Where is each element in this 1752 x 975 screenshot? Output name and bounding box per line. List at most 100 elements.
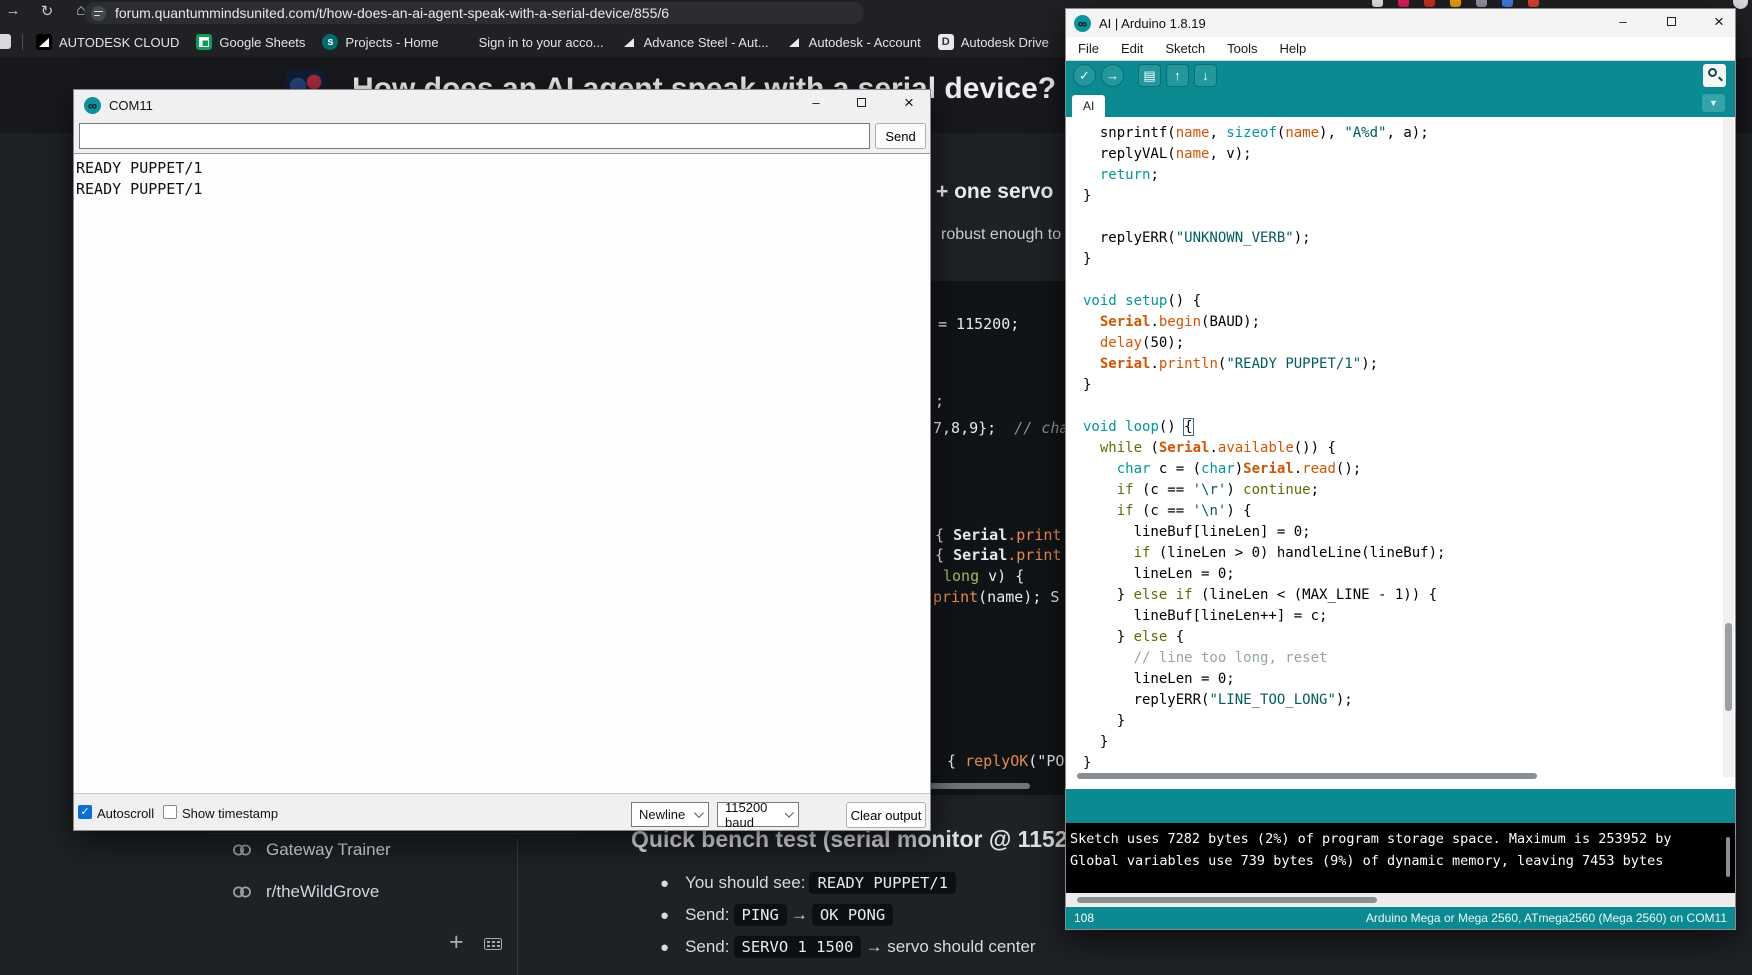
clear-output-button[interactable]: Clear output xyxy=(846,802,926,828)
serial-monitor-button[interactable] xyxy=(1703,64,1726,87)
code-line: void loop() { xyxy=(1083,418,1194,436)
code-line: Serial.println("READY PUPPET/1"); xyxy=(1099,356,1379,372)
code-line: replyERR("UNKNOWN_VERB"); xyxy=(1083,230,1311,246)
extension-icon[interactable] xyxy=(1502,0,1513,7)
ide-console[interactable]: Sketch uses 7282 bytes (2%) of program s… xyxy=(1066,823,1735,893)
post-text-fragment: + one servo xyxy=(936,180,1054,203)
tab-sketch[interactable]: AI xyxy=(1072,95,1106,117)
code-line: } xyxy=(1083,755,1092,771)
serial-monitor-titlebar[interactable]: ∞ COM11 – × xyxy=(74,90,930,120)
code-line: lineBuf[lineLen++] = c; xyxy=(1083,608,1328,624)
autoscroll-label: Autoscroll xyxy=(97,806,155,821)
send-button[interactable]: Send xyxy=(875,123,926,149)
ide-statusbar: 108 Arduino Mega or Mega 2560, ATmega256… xyxy=(1066,907,1735,929)
tab-dropdown-button[interactable]: ▼ xyxy=(1702,94,1725,112)
forward-icon[interactable]: → xyxy=(2,2,24,19)
minimize-button[interactable]: – xyxy=(1606,9,1640,37)
bookmark-autodesk-account[interactable]: Autodesk - Account xyxy=(786,34,921,50)
ide-titlebar[interactable]: ∞ AI | Arduino 1.8.19 – × xyxy=(1066,9,1735,37)
bullet-text: → servo should center xyxy=(865,937,1036,956)
bookmark-autodesk-cloud[interactable]: AUTODESK CLOUD xyxy=(36,34,179,50)
close-button[interactable]: × xyxy=(1702,9,1736,37)
sidebar-link-label: r/theWildGrove xyxy=(266,882,380,901)
console-hscrollbar-thumb[interactable] xyxy=(1077,897,1377,903)
line-ending-value: Newline xyxy=(639,807,686,822)
editor-vscrollbar-thumb[interactable] xyxy=(1725,623,1732,711)
code-editor[interactable]: snprintf(name, sizeof(name), "A%d", a); … xyxy=(1066,117,1735,789)
inline-code-chip: OK PONG xyxy=(811,904,894,926)
editor-hscrollbar[interactable] xyxy=(1077,773,1537,779)
code-line: } xyxy=(1083,251,1092,267)
close-button[interactable]: × xyxy=(892,90,926,118)
maximize-button[interactable] xyxy=(844,90,878,118)
extension-icon[interactable] xyxy=(1528,0,1539,7)
reload-icon[interactable]: ↻ xyxy=(36,2,58,20)
verify-button[interactable]: ✓ xyxy=(1073,64,1096,87)
code-line: } xyxy=(1083,188,1092,204)
extension-icon[interactable] xyxy=(1476,0,1487,7)
code-fragment: = 115200; xyxy=(938,315,1020,333)
url-bar[interactable]: forum.quantummindsunited.com/t/how-does-… xyxy=(84,2,864,24)
upload-button[interactable]: → xyxy=(1101,64,1124,87)
inline-code-chip: PING xyxy=(733,904,787,926)
adsk-black-icon xyxy=(36,34,52,50)
extension-icon[interactable] xyxy=(1450,0,1461,7)
serial-output[interactable]: READY PUPPET/1 READY PUPPET/1 xyxy=(74,153,930,794)
serial-monitor-window: ∞ COM11 – × Send READY PUPPET/1 READY PU… xyxy=(73,89,931,831)
maximize-button[interactable] xyxy=(1654,9,1688,37)
bookmark-sign-in-to-your-acco-[interactable]: Sign in to your acco... xyxy=(456,34,604,50)
code-line: delay(50); xyxy=(1099,335,1185,351)
bookmark-blank-icon[interactable] xyxy=(0,34,11,49)
bench-bullet: ● Send: PING → OK PONG xyxy=(660,904,1036,926)
menu-sketch[interactable]: Sketch xyxy=(1165,41,1205,56)
add-icon[interactable]: + xyxy=(449,928,464,957)
extension-icon[interactable] xyxy=(1398,0,1409,7)
sidebar-link-gateway-trainer[interactable]: Gateway Trainer xyxy=(232,840,391,860)
extension-icon[interactable] xyxy=(1424,0,1435,7)
new-sketch-button[interactable]: ▤ xyxy=(1138,64,1161,87)
menu-file[interactable]: File xyxy=(1078,41,1099,56)
code-line: } xyxy=(1083,377,1092,393)
baud-select[interactable]: 115200 baud xyxy=(717,800,799,830)
console-line: Global variables use 739 bytes (9%) of d… xyxy=(1070,853,1664,869)
console-line: Sketch uses 7282 bytes (2%) of program s… xyxy=(1070,831,1672,847)
autoscroll-checkbox[interactable]: ✓ xyxy=(78,805,92,819)
ide-tabbar: AI ▼ xyxy=(1066,90,1735,117)
show-timestamp-checkbox[interactable] xyxy=(163,805,177,819)
code-line: } else if (lineLen < (MAX_LINE - 1)) { xyxy=(1083,587,1438,603)
serial-monitor-title: COM11 xyxy=(109,97,153,113)
menu-tools[interactable]: Tools xyxy=(1227,41,1257,56)
code-fragment: 7,8,9}; // chan xyxy=(933,419,1078,437)
minimize-button[interactable]: – xyxy=(799,90,833,118)
divider xyxy=(208,833,580,834)
code-line: replyERR("LINE_TOO_LONG"); xyxy=(1083,692,1353,708)
bookmark-autodesk-drive[interactable]: D Autodesk Drive xyxy=(937,34,1049,50)
adsk-icon xyxy=(621,34,637,50)
code-line: while (Serial.available()) { xyxy=(1099,440,1336,456)
line-ending-select[interactable]: Newline xyxy=(631,802,709,827)
console-vscrollbar[interactable] xyxy=(1726,837,1730,877)
save-sketch-button[interactable]: ↓ xyxy=(1194,64,1217,87)
open-sketch-button[interactable]: ↑ xyxy=(1166,64,1189,87)
serial-input[interactable] xyxy=(79,123,870,149)
serial-monitor-footer: ✓ Autoscroll Show timestamp Newline 1152… xyxy=(74,794,930,830)
menu-edit[interactable]: Edit xyxy=(1121,41,1143,56)
sidebar-link-label: Gateway Trainer xyxy=(266,840,391,859)
bookmark-label: AUTODESK CLOUD xyxy=(59,34,180,50)
site-info-icon[interactable] xyxy=(91,5,106,21)
arduino-logo-icon: ∞ xyxy=(84,96,101,114)
code-line: return; xyxy=(1099,167,1159,183)
sidebar-link-r-thewildgrove[interactable]: r/theWildGrove xyxy=(232,882,391,902)
divider xyxy=(517,838,518,975)
code-fragment: { Serial.print xyxy=(935,526,1062,544)
ms-icon xyxy=(456,34,472,50)
menu-help[interactable]: Help xyxy=(1279,41,1306,56)
magnifier-icon xyxy=(1708,68,1717,77)
keyboard-icon[interactable] xyxy=(484,938,502,950)
bookmark-google-sheets[interactable]: Google Sheets xyxy=(196,34,305,50)
bookmark-projects-home[interactable]: s Projects - Home xyxy=(322,34,439,50)
bookmark-advance-steel-aut-[interactable]: Advance Steel - Aut... xyxy=(621,34,769,50)
arduino-ide-window: ∞ AI | Arduino 1.8.19 – × File Edit Sketch… xyxy=(1065,8,1736,930)
link-icon xyxy=(233,844,251,856)
extension-icon[interactable] xyxy=(1372,0,1383,7)
